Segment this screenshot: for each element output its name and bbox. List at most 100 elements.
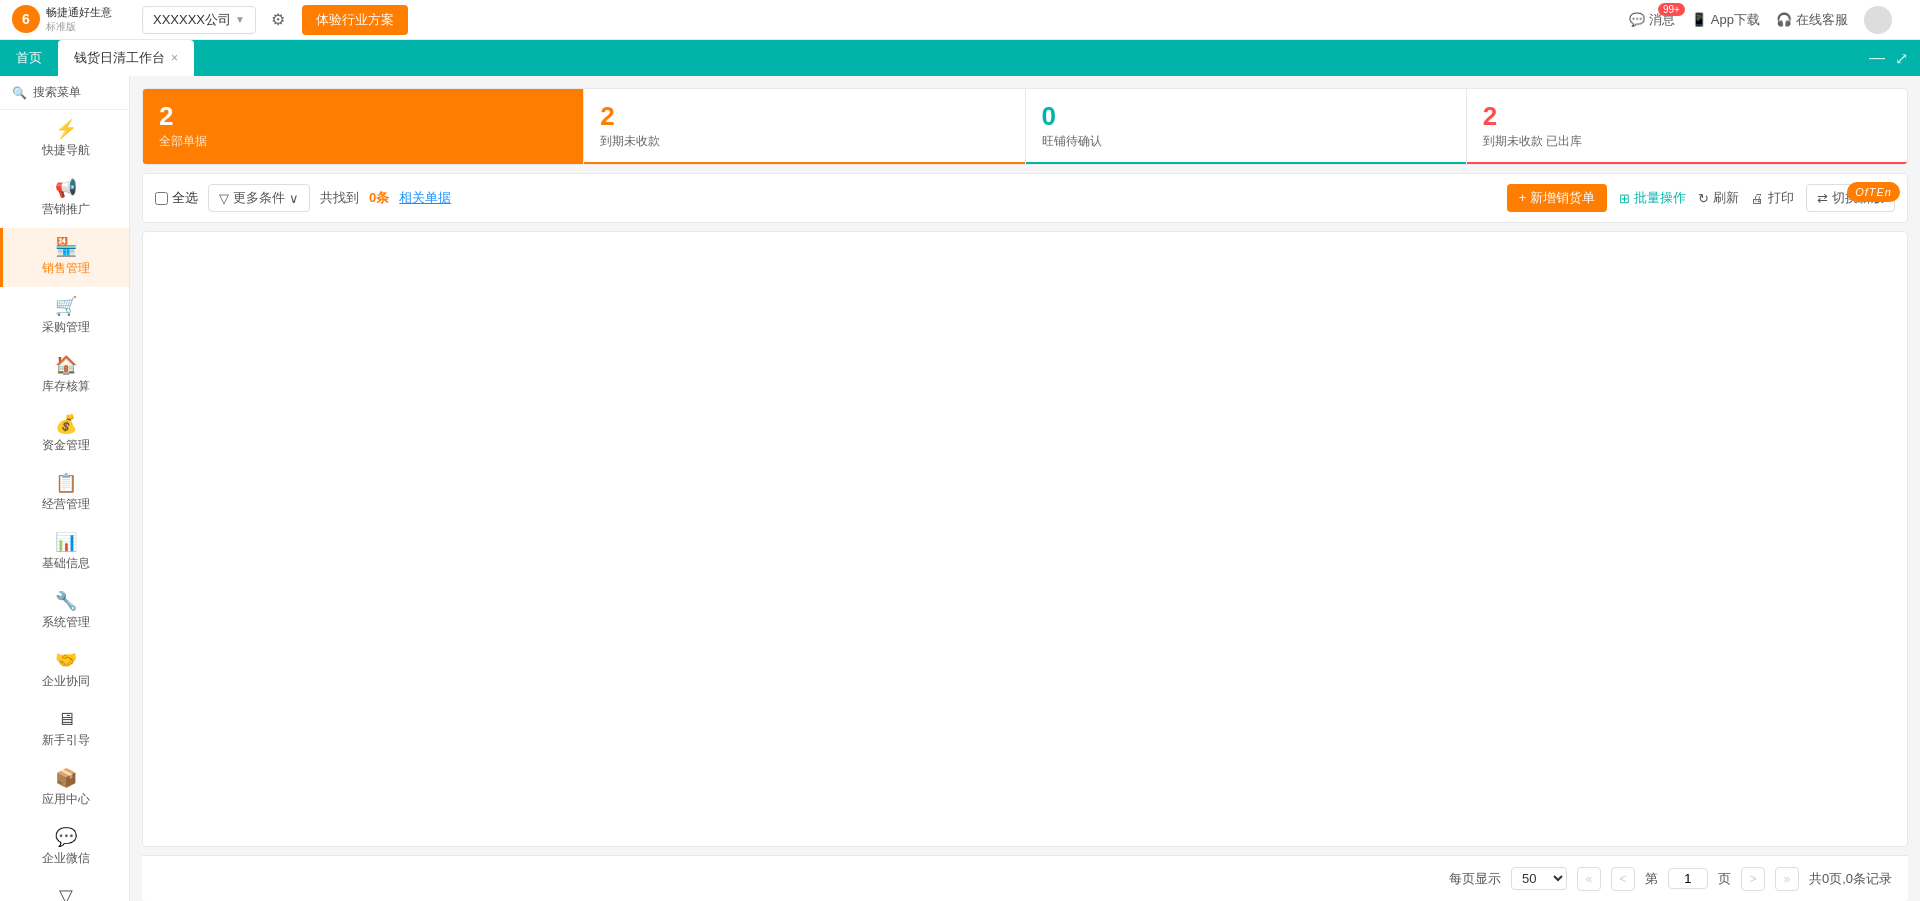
company-dropdown-arrow: ▼	[235, 14, 245, 25]
stat-overdue[interactable]: 2 到期未收款	[584, 89, 1025, 164]
stat-all-number: 2	[159, 103, 567, 129]
stat-shipped[interactable]: 2 到期未收款 已出库	[1467, 89, 1907, 164]
batch-operation-button[interactable]: ⊞ 批量操作	[1619, 189, 1686, 207]
page-size-select[interactable]: 50 10 20 100	[1511, 867, 1567, 890]
stat-shipped-number: 2	[1483, 103, 1891, 129]
filter-label: 更多条件	[233, 189, 285, 207]
sidebar-item-operations[interactable]: 📋 经营管理	[0, 464, 129, 523]
sidebar-item-system-label: 系统管理	[42, 614, 90, 631]
sidebar-item-guide-label: 新手引导	[42, 732, 90, 749]
app-download-button[interactable]: 📱 App下载	[1691, 11, 1760, 29]
select-all-input[interactable]	[155, 192, 168, 205]
stat-pending[interactable]: 0 旺铺待确认	[1026, 89, 1467, 164]
print-button[interactable]: 🖨 打印	[1751, 189, 1794, 207]
member-icon: ▽	[59, 887, 73, 901]
new-order-button[interactable]: + 新增销货单	[1507, 184, 1607, 212]
sidebar-item-system[interactable]: 🔧 系统管理	[0, 582, 129, 641]
logo-area: 6 畅捷通好生意 标准版	[12, 5, 142, 33]
sidebar-item-finance-label: 资金管理	[42, 437, 90, 454]
stat-all-label: 全部单据	[159, 133, 567, 150]
stat-all[interactable]: 2 全部单据	[143, 89, 584, 164]
prev-page-button[interactable]: <	[1611, 867, 1635, 891]
stat-shipped-label: 到期未收款 已出库	[1483, 133, 1891, 150]
sidebar-item-enterprise[interactable]: 🤝 企业协同	[0, 641, 129, 700]
sidebar-item-purchase-label: 采购管理	[42, 319, 90, 336]
logo-icon: 6	[12, 5, 40, 33]
main-layout: 🔍 搜索菜单 ⚡ 快捷导航 📢 营销推广 🏪 销售管理 🛒 采购管理 🏠 库存核…	[0, 76, 1920, 901]
sidebar-item-app-center-label: 应用中心	[42, 791, 90, 808]
stat-overdue-number: 2	[600, 103, 1008, 129]
search-icon: 🔍	[12, 86, 27, 100]
select-all-label: 全选	[172, 189, 198, 207]
sidebar-item-wechat-label: 企业微信	[42, 850, 90, 867]
finance-icon: 💰	[55, 415, 77, 433]
found-count: 0条	[369, 189, 389, 207]
page-input[interactable]	[1668, 868, 1708, 889]
message-button[interactable]: 💬 消息 99+	[1629, 11, 1675, 29]
select-all-checkbox[interactable]: 全选	[155, 189, 198, 207]
app-label: App下载	[1711, 11, 1760, 29]
related-link[interactable]: 相关单据	[399, 189, 451, 207]
stat-pending-number: 0	[1042, 103, 1450, 129]
next-page-button[interactable]: >	[1741, 867, 1765, 891]
operations-icon: 📋	[55, 474, 77, 492]
page-size-label: 每页显示	[1449, 870, 1501, 888]
app-icon: 📱	[1691, 12, 1707, 27]
message-icon: 💬	[1629, 12, 1645, 27]
home-tab-label: 首页	[16, 49, 42, 67]
tab-minimize-button[interactable]: —	[1869, 49, 1885, 67]
sidebar-item-guide[interactable]: 🖥 新手引导	[0, 700, 129, 759]
online-service-button[interactable]: 🎧 在线客服	[1776, 11, 1848, 29]
filter-button[interactable]: ▽ 更多条件 ∨	[208, 184, 310, 212]
settings-button[interactable]: ⚙	[264, 6, 292, 34]
stat-overdue-indicator	[584, 162, 1024, 164]
sidebar-item-sales[interactable]: 🏪 销售管理	[0, 228, 129, 287]
sidebar: 🔍 搜索菜单 ⚡ 快捷导航 📢 营销推广 🏪 销售管理 🛒 采购管理 🏠 库存核…	[0, 76, 130, 901]
wechat-icon: 💬	[55, 828, 77, 846]
sidebar-item-member[interactable]: ▽ 畅会员	[0, 877, 129, 901]
guide-icon: 🖥	[57, 710, 75, 728]
avatar[interactable]	[1864, 6, 1892, 34]
toolbar: 全选 ▽ 更多条件 ∨ 共找到 0条 相关单据 + 新增销货单 ⊞ 批量操作 ↻…	[142, 173, 1908, 223]
company-selector[interactable]: XXXXXX公司 ▼	[142, 6, 256, 34]
tab-maximize-button[interactable]: ⤢	[1895, 49, 1908, 68]
service-label: 在线客服	[1796, 11, 1848, 29]
sidebar-item-operations-label: 经营管理	[42, 496, 90, 513]
quick-nav-icon: ⚡	[55, 120, 77, 138]
purchase-icon: 🛒	[55, 297, 77, 315]
inventory-icon: 🏠	[55, 356, 77, 374]
sidebar-item-quick-nav-label: 快捷导航	[42, 142, 90, 159]
top-bar: 6 畅捷通好生意 标准版 XXXXXX公司 ▼ ⚙ 体验行业方案 💬 消息 99…	[0, 0, 1920, 40]
sidebar-item-sales-label: 销售管理	[42, 260, 90, 277]
sidebar-search[interactable]: 🔍 搜索菜单	[0, 76, 129, 110]
toolbar-right: + 新增销货单 ⊞ 批量操作 ↻ 刷新 🖨 打印 ⇄ 切换新版	[1507, 184, 1895, 212]
content-area: 2 全部单据 2 到期未收款 0 旺铺待确认 2 到期未收款 已出库	[130, 76, 1920, 901]
pagination-bar: 每页显示 50 10 20 100 « < 第 页 > » 共0页,0条记录	[142, 855, 1908, 901]
first-page-button[interactable]: «	[1577, 867, 1601, 891]
print-label: 打印	[1768, 189, 1794, 207]
workbench-tab[interactable]: 钱货日清工作台 ×	[58, 40, 194, 76]
sidebar-item-app-center[interactable]: 📦 应用中心	[0, 759, 129, 818]
sidebar-item-wechat[interactable]: 💬 企业微信	[0, 818, 129, 877]
filter-arrow-icon: ∨	[289, 191, 299, 206]
refresh-label: 刷新	[1713, 189, 1739, 207]
refresh-icon: ↻	[1698, 191, 1709, 206]
stat-pending-indicator	[1026, 162, 1466, 164]
workbench-tab-label: 钱货日清工作台	[74, 49, 165, 67]
sidebar-search-label: 搜索菜单	[33, 84, 81, 101]
tab-actions: — ⤢	[1869, 49, 1920, 68]
refresh-button[interactable]: ↻ 刷新	[1698, 189, 1739, 207]
sidebar-item-purchase[interactable]: 🛒 采购管理	[0, 287, 129, 346]
last-page-button[interactable]: »	[1775, 867, 1799, 891]
workbench-tab-close[interactable]: ×	[171, 51, 178, 65]
sidebar-item-marketing[interactable]: 📢 营销推广	[0, 169, 129, 228]
home-tab[interactable]: 首页	[0, 40, 58, 76]
sidebar-item-finance[interactable]: 💰 资金管理	[0, 405, 129, 464]
sidebar-item-quick-nav[interactable]: ⚡ 快捷导航	[0, 110, 129, 169]
sidebar-item-basic-info[interactable]: 📊 基础信息	[0, 523, 129, 582]
sidebar-item-inventory[interactable]: 🏠 库存核算	[0, 346, 129, 405]
filter-icon: ▽	[219, 191, 229, 206]
experience-button[interactable]: 体验行业方案	[302, 5, 408, 35]
print-icon: 🖨	[1751, 191, 1764, 206]
pagination-summary: 共0页,0条记录	[1809, 870, 1892, 888]
